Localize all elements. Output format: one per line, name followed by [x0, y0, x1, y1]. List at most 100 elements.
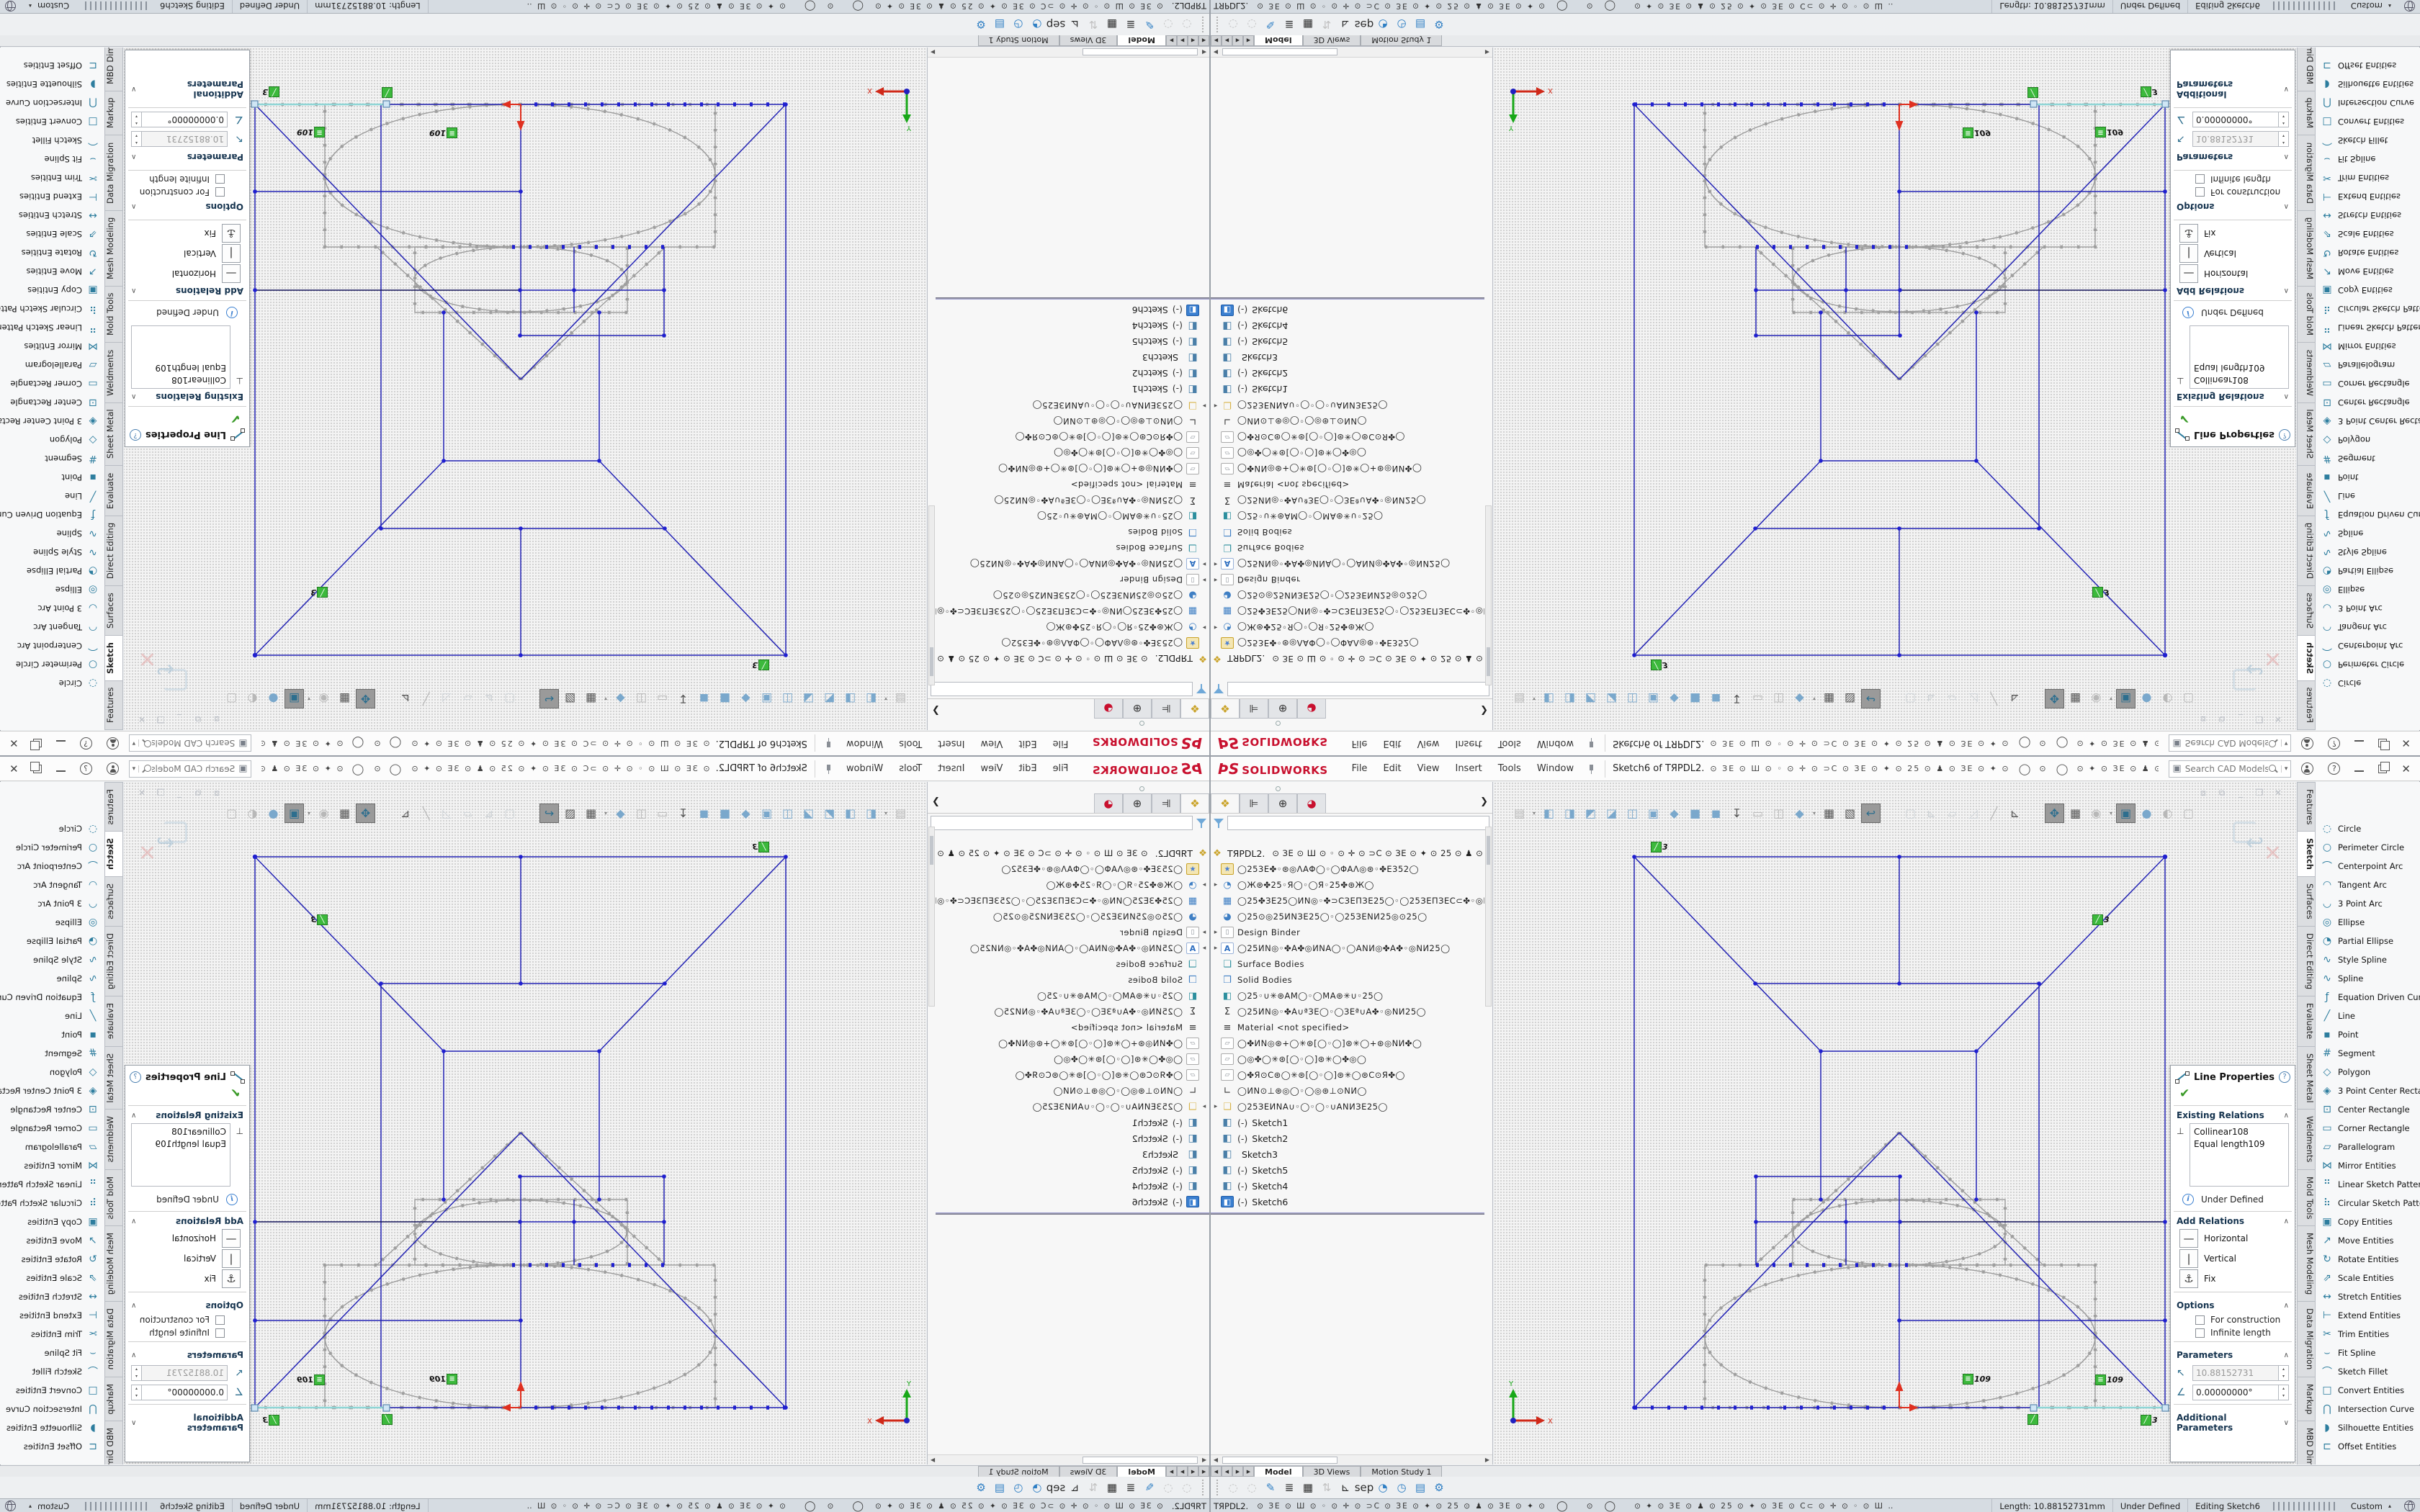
gray-entities[interactable] — [325, 1133, 715, 1408]
tab-appearances[interactable]: ◕ — [1094, 699, 1123, 719]
help-icon[interactable]: ? — [2328, 762, 2340, 775]
tree-item[interactable]: ▸ ◔ ◯Ж⊛✤25◦Я◯◦◯Я◦25✤⊛Ж◯ — [1211, 877, 1484, 893]
tab-nav-icon[interactable]: ◀ — [1188, 1466, 1198, 1477]
tab-nav-icon[interactable]: ◀ — [1222, 1466, 1232, 1477]
relation-badge[interactable]: ╱3 — [752, 842, 769, 852]
tab-nav-icon[interactable]: ▶ — [1166, 1466, 1177, 1477]
sketch-tool[interactable]: ◌ Circle — [2316, 819, 2420, 838]
sketch-tool[interactable]: ╱ Line — [2316, 487, 2420, 505]
sketch-tool[interactable]: # Segment — [2316, 1044, 2420, 1063]
sketch-tool[interactable]: ⊏ Offset Entities — [2316, 1437, 2420, 1456]
command-tab[interactable]: Surfaces — [2297, 877, 2316, 927]
search-icon[interactable] — [2268, 739, 2278, 749]
menu-item[interactable]: File — [1344, 738, 1376, 749]
tab-propertymanager[interactable]: ⊫ — [1152, 699, 1180, 719]
bottom-tool-icon[interactable]: ▦ — [1299, 16, 1317, 33]
equal-relation-badge[interactable]: ≡109 — [2095, 127, 2123, 138]
tree-sketch-item[interactable]: ◧ (-) Sketch5 — [1211, 1162, 1484, 1178]
bottom-tool-icon[interactable]: ◌ — [1242, 1479, 1261, 1496]
tree-sketch-item[interactable]: ◧ (-) Sketch1 — [936, 382, 1209, 397]
tree-item[interactable]: ≡ Material <not specified> — [1211, 1020, 1484, 1035]
sketch-tool[interactable]: ◎ Ellipse — [0, 580, 104, 599]
tree-sketch-item[interactable]: ◧ (-) Sketch4 — [936, 318, 1209, 334]
sketch-tool[interactable]: # Segment — [2316, 449, 2420, 468]
search-icon[interactable] — [2268, 764, 2278, 774]
collapse-icon[interactable]: ∧ — [131, 393, 136, 401]
menu-item[interactable]: View — [973, 738, 1011, 749]
checkbox[interactable] — [215, 1315, 225, 1325]
collapse-icon[interactable]: ∧ — [2284, 287, 2289, 295]
sketch-tool[interactable]: ⌣ Fit Spline — [2316, 150, 2420, 168]
bottom-tool-icon[interactable]: ▦ — [1103, 16, 1121, 33]
tab-nav-icon[interactable]: ▶ — [1243, 1466, 1254, 1477]
tree-item[interactable]: ▸ ▯ Design Binder — [936, 924, 1209, 940]
checkbox[interactable] — [215, 1328, 225, 1338]
equal-relation-badge[interactable]: ≡109 — [1963, 127, 1991, 138]
sketch-tool[interactable]: ◇ Polygon — [0, 431, 104, 449]
sketch-tool[interactable]: ◔ Partial Ellipse — [2316, 562, 2420, 580]
menu-item[interactable]: Window — [838, 763, 891, 774]
tree-item[interactable]: ❏ Surface Bodies — [936, 540, 1209, 556]
sketch-tool[interactable]: ✂ Trim Entities — [2316, 168, 2420, 187]
add-relation-button[interactable]: ⚓ Fix — [2179, 1269, 2295, 1288]
sketch-tool[interactable]: ⌒ Centerpoint Arc — [2316, 857, 2420, 876]
angle-spinner[interactable]: ▴▾ — [2279, 1385, 2289, 1400]
tree-sketch-item[interactable]: ◧ (-) Sketch4 — [936, 1178, 1209, 1194]
equal-relation-badge[interactable]: ≡109 — [429, 127, 457, 138]
ok-button[interactable]: ✔ — [128, 406, 246, 427]
tab-propertymanager[interactable]: ⊫ — [1240, 699, 1268, 719]
bottom-tool-icon[interactable]: ◔ — [1028, 1479, 1047, 1496]
expand-arrow-icon[interactable]: ▸ — [1211, 929, 1221, 936]
relations-listbox[interactable]: Collinear108 Equal length109 — [131, 325, 230, 389]
tree-root-row[interactable]: ❖ TЯPDL2. ⊙ ЗЕ ⊙ Ш ⊙ ◦ ⊙ ✛ ⊙ ⊃С ⊙ ЗЕ ⊙ ✦… — [1211, 651, 1484, 667]
sketch-tool[interactable]: ⋈ Mirror Entities — [0, 1156, 104, 1175]
tab-nav-icon[interactable]: ◀ — [1188, 35, 1198, 46]
sketch-tool[interactable]: ⇗ Scale Entities — [2316, 225, 2420, 243]
bottom-tool-icon[interactable]: ≣ — [1121, 1479, 1140, 1496]
sketch-tool[interactable]: ↗ Move Entities — [2316, 262, 2420, 281]
bottom-tool-icon[interactable]: ⊾ — [1065, 16, 1084, 33]
command-tab[interactable]: Sheet Metal — [2297, 1047, 2316, 1110]
bottom-tool-icon[interactable]: ◔ — [1373, 1479, 1392, 1496]
sketch-tool[interactable]: ⊏ Offset Entities — [0, 56, 104, 75]
sketch-tool[interactable]: ✂ Trim Entities — [0, 1325, 104, 1344]
sketch-tool[interactable]: ✂ Trim Entities — [2316, 1325, 2420, 1344]
tab-featuremanager-tree[interactable]: ❖ — [1180, 699, 1209, 719]
bottom-tool-icon[interactable]: ⚙ — [972, 16, 990, 33]
restore-button[interactable] — [33, 765, 42, 773]
tree-sketch-item[interactable]: ◧ (-) Sketch6 — [936, 302, 1209, 318]
bottom-tool-icon[interactable]: ◌ — [1224, 16, 1242, 33]
relation-badge[interactable]: ╱3 — [310, 914, 328, 925]
command-tab[interactable]: Evaluate — [2297, 996, 2316, 1046]
tab-nav-icon[interactable]: ▶ — [1166, 35, 1177, 46]
collapse-icon[interactable]: ∧ — [131, 1351, 136, 1359]
tree-sketch-item[interactable]: ◧ (-) Sketch1 — [1211, 1115, 1484, 1130]
sketch-tool[interactable]: ▪ Point — [0, 468, 104, 487]
add-relation-button[interactable]: | Vertical — [2179, 244, 2295, 263]
sketch-tool[interactable]: ⊏ Offset Entities — [0, 1437, 104, 1456]
equal-relation-badge[interactable]: ≡109 — [2095, 1374, 2123, 1385]
option-row[interactable]: Infinite length — [2195, 174, 2295, 184]
bottom-tool-icon[interactable]: sep — [1047, 1479, 1065, 1496]
sketch-tool[interactable]: ▱ Parallelogram — [2316, 356, 2420, 374]
sketch-tool[interactable]: ▪ Point — [0, 1025, 104, 1044]
tab-nav-icon[interactable]: ▶ — [1177, 1466, 1188, 1477]
add-relation-button[interactable]: | Vertical — [125, 1249, 241, 1268]
sketch-tool[interactable]: ◠ Tangent Arc — [2316, 618, 2420, 636]
command-tab[interactable]: Surfaces — [104, 585, 123, 635]
sketch-tool[interactable]: ⠷ Circular Sketch Pattern — [2316, 300, 2420, 318]
panel-splitter[interactable] — [928, 719, 1209, 730]
relation-button-icon[interactable]: | — [2179, 244, 2198, 263]
menu-item[interactable]: View — [973, 763, 1011, 774]
sketch-tool[interactable]: ⊡ Center Rectangle — [2316, 1100, 2420, 1119]
help-icon[interactable]: ? — [2328, 737, 2340, 750]
bottom-tool-icon[interactable]: ◔ — [1373, 16, 1392, 33]
sketch-tool[interactable]: ◌ Circle — [0, 819, 104, 838]
sketch-tool[interactable]: ƒ Equation Driven Curve — [2316, 505, 2420, 524]
collapse-icon[interactable]: ∧ — [2284, 203, 2289, 211]
expand-arrow-icon[interactable]: ▸ — [1199, 945, 1209, 952]
sketch-tool[interactable]: ▭ Corner Rectangle — [0, 1119, 104, 1138]
sketch-tool[interactable]: ⇗ Scale Entities — [0, 225, 104, 243]
sketch-tool[interactable]: ⋂ Intersection Curve — [0, 94, 104, 112]
collapse-icon[interactable]: ∧ — [131, 203, 136, 211]
